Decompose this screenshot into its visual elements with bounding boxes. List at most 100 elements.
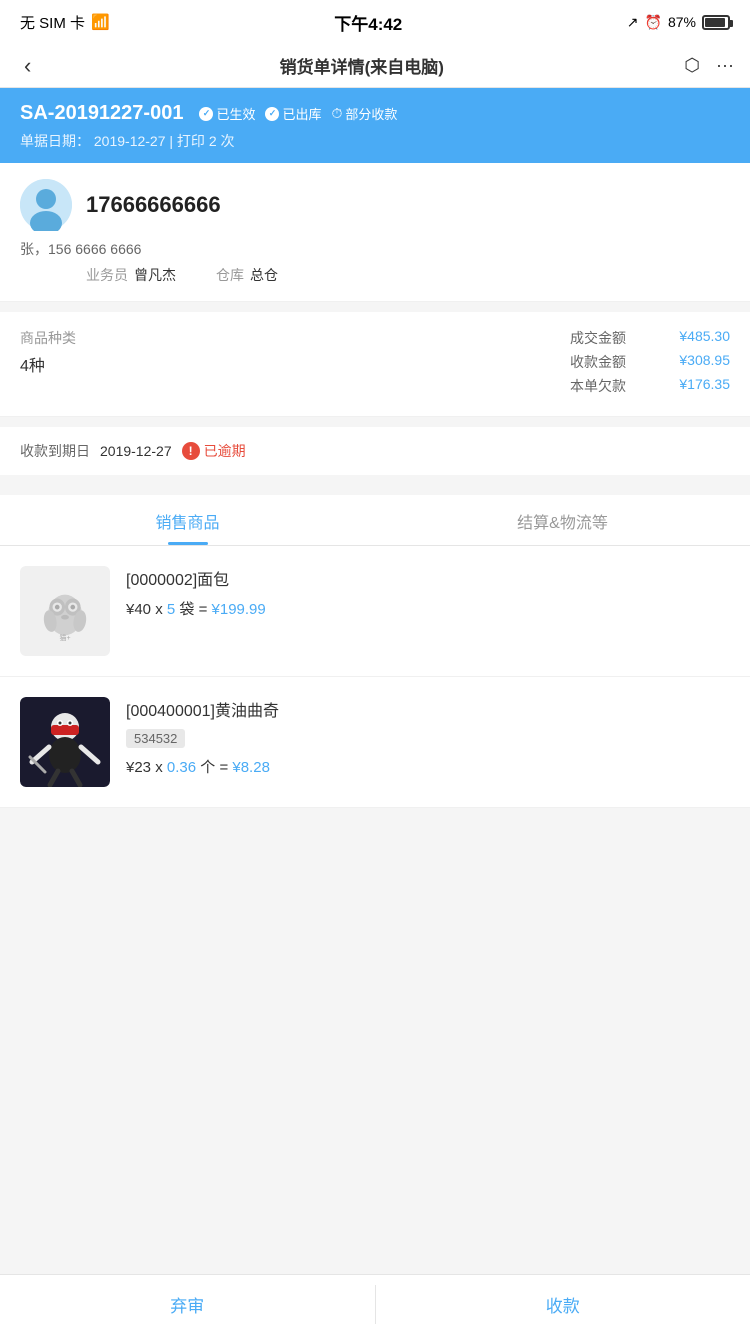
stats-left: 商品种类 4种 [20, 328, 76, 376]
due-date-value: 2019-12-27 [100, 443, 172, 459]
product-thumb-cookies [20, 697, 110, 787]
bottom-bar: 弃审 收款 [0, 1274, 750, 1334]
cancel-review-button[interactable]: 弃审 [0, 1275, 375, 1334]
order-id: SA-20191227-001 [20, 102, 183, 125]
sales-label: 业务员 [86, 265, 128, 285]
sales-value: 曾凡杰 [134, 265, 176, 285]
customer-meta: 业务员 曾凡杰 仓库 总仓 [86, 265, 730, 285]
product-name-cookies: [000400001]黄油曲奇 [126, 697, 730, 721]
wifi-icon: 📶 [91, 13, 110, 31]
warehouse-value: 总仓 [250, 265, 278, 285]
product-badge-cookies: 534532 [126, 729, 185, 748]
tabs-row: 销售商品 结算&物流等 [0, 495, 750, 546]
product-thumb-bread: 猫+ [20, 566, 110, 656]
order-date-row: 单据日期： 2019-12-27 | 打印 2 次 [20, 131, 730, 151]
check-icon-shipped [265, 107, 279, 121]
carrier-text: 无 SIM 卡 [20, 12, 85, 33]
stats-row: 商品种类 4种 成交金额 ¥485.30 收款金额 ¥308.95 本单欠款 ¥… [20, 328, 730, 400]
category-value: 4种 [20, 352, 45, 376]
status-right: ↗ ⏰ 87% [627, 14, 730, 31]
customer-name: 17666666666 [86, 192, 221, 218]
due-date-section: 收款到期日 2019-12-27 ! 已逾期 [0, 427, 750, 475]
product-qty-cookies: 0.36 [167, 759, 196, 776]
collect-payment-button[interactable]: 收款 [376, 1275, 750, 1334]
customer-detail: 张，156 6666 6666 [20, 239, 730, 259]
section-divider-1 [0, 302, 750, 312]
status-tag-shipped: 已出库 [265, 104, 321, 123]
customer-row: 17666666666 [20, 179, 730, 231]
status-bar: 无 SIM 卡 📶 下午4:42 ↗ ⏰ 87% [0, 0, 750, 44]
tab-settlement-label: 结算&物流等 [517, 515, 608, 532]
svg-text:猫+: 猫+ [59, 633, 70, 642]
due-date-label: 收款到期日 [20, 441, 90, 461]
share-icon[interactable]: ⬡ [684, 55, 700, 76]
deal-amount-label: 成交金额 [570, 328, 626, 348]
product-price-cookies: ¥23 x 0.36 个 = ¥8.28 [126, 756, 730, 777]
status-left: 无 SIM 卡 📶 [20, 12, 110, 33]
stats-section: 商品种类 4种 成交金额 ¥485.30 收款金额 ¥308.95 本单欠款 ¥… [0, 312, 750, 416]
product-item-cookies: [000400001]黄油曲奇 534532 ¥23 x 0.36 个 = ¥8… [0, 677, 750, 808]
more-icon[interactable]: ··· [716, 55, 734, 76]
received-value: ¥308.95 [650, 352, 730, 372]
order-header-banner: SA-20191227-001 已生效 已出库 ⏱ 部分收款 单据日期： 201… [0, 88, 750, 163]
product-price-bread: ¥40 x 5 袋 = ¥199.99 [126, 598, 730, 619]
section-divider-2 [0, 417, 750, 427]
product-price-unit-bread: ¥40 [126, 601, 151, 618]
battery-percent: 87% [668, 14, 696, 30]
category-label: 商品种类 [20, 328, 76, 348]
date-label: 单据日期： [20, 133, 90, 149]
status-shipped-label: 已出库 [282, 104, 321, 123]
print-info: | 打印 2 次 [169, 133, 234, 149]
nav-bar: ‹ 销货单详情(来自电脑) ⬡ ··· [0, 44, 750, 88]
back-button[interactable]: ‹ [16, 49, 39, 83]
tab-sales-label: 销售商品 [155, 515, 219, 532]
status-tags: 已生效 已出库 ⏱ 部分收款 [199, 104, 397, 123]
warehouse-label: 仓库 [216, 265, 244, 285]
product-qty-unit-bread: 袋 [179, 601, 194, 618]
location-icon: ↗ [627, 14, 639, 31]
clock-icon: ⏱ [332, 105, 343, 122]
status-effective-label: 已生效 [216, 104, 255, 123]
nav-right-actions: ⬡ ··· [684, 55, 734, 76]
debt-label: 本单欠款 [570, 376, 626, 396]
product-info-cookies: [000400001]黄油曲奇 534532 ¥23 x 0.36 个 = ¥8… [126, 697, 730, 787]
page-title: 销货单详情(来自电脑) [280, 53, 444, 78]
product-list: 猫+ [0000002]面包 ¥40 x 5 袋 = ¥199.99 [0, 546, 750, 808]
tab-settlement[interactable]: 结算&物流等 [375, 495, 750, 545]
stats-right: 成交金额 ¥485.30 收款金额 ¥308.95 本单欠款 ¥176.35 [570, 328, 730, 400]
received-label: 收款金额 [570, 352, 626, 372]
bottom-spacer [0, 808, 750, 888]
deal-amount-value: ¥485.30 [650, 328, 730, 348]
overdue-text: 已逾期 [204, 441, 246, 461]
product-price-unit-cookies: ¥23 [126, 759, 151, 776]
product-total-bread: ¥199.99 [212, 601, 266, 618]
product-info-bread: [0000002]面包 ¥40 x 5 袋 = ¥199.99 [126, 566, 730, 656]
section-divider-3 [0, 475, 750, 485]
alarm-icon: ⏰ [645, 14, 662, 31]
product-qty-unit-cookies: 个 [200, 759, 215, 776]
received-amount-row: 收款金额 ¥308.95 [570, 352, 730, 372]
check-icon-effective [199, 107, 213, 121]
status-tag-effective: 已生效 [199, 104, 255, 123]
tab-sales-products[interactable]: 销售商品 [0, 495, 375, 545]
product-equals-2: = [219, 759, 232, 776]
warehouse-meta: 仓库 总仓 [216, 265, 278, 285]
product-multiply-2: x [155, 759, 167, 776]
order-date: 2019-12-27 [94, 133, 166, 149]
debt-amount-row: 本单欠款 ¥176.35 [570, 376, 730, 396]
product-equals-1: = [199, 601, 212, 618]
status-time: 下午4:42 [334, 10, 402, 35]
overdue-icon: ! [182, 442, 200, 460]
overdue-badge: ! 已逾期 [182, 441, 246, 461]
sales-meta: 业务员 曾凡杰 [86, 265, 176, 285]
status-partial-label: 部分收款 [345, 104, 397, 123]
battery-icon [702, 15, 730, 30]
product-name-bread: [0000002]面包 [126, 566, 730, 590]
tabs-section: 销售商品 结算&物流等 [0, 495, 750, 546]
debt-value: ¥176.35 [650, 376, 730, 396]
status-tag-partial: ⏱ 部分收款 [332, 104, 398, 123]
deal-amount-row: 成交金额 ¥485.30 [570, 328, 730, 348]
product-total-cookies: ¥8.28 [232, 759, 270, 776]
avatar [20, 179, 72, 231]
product-multiply-1: x [155, 601, 167, 618]
